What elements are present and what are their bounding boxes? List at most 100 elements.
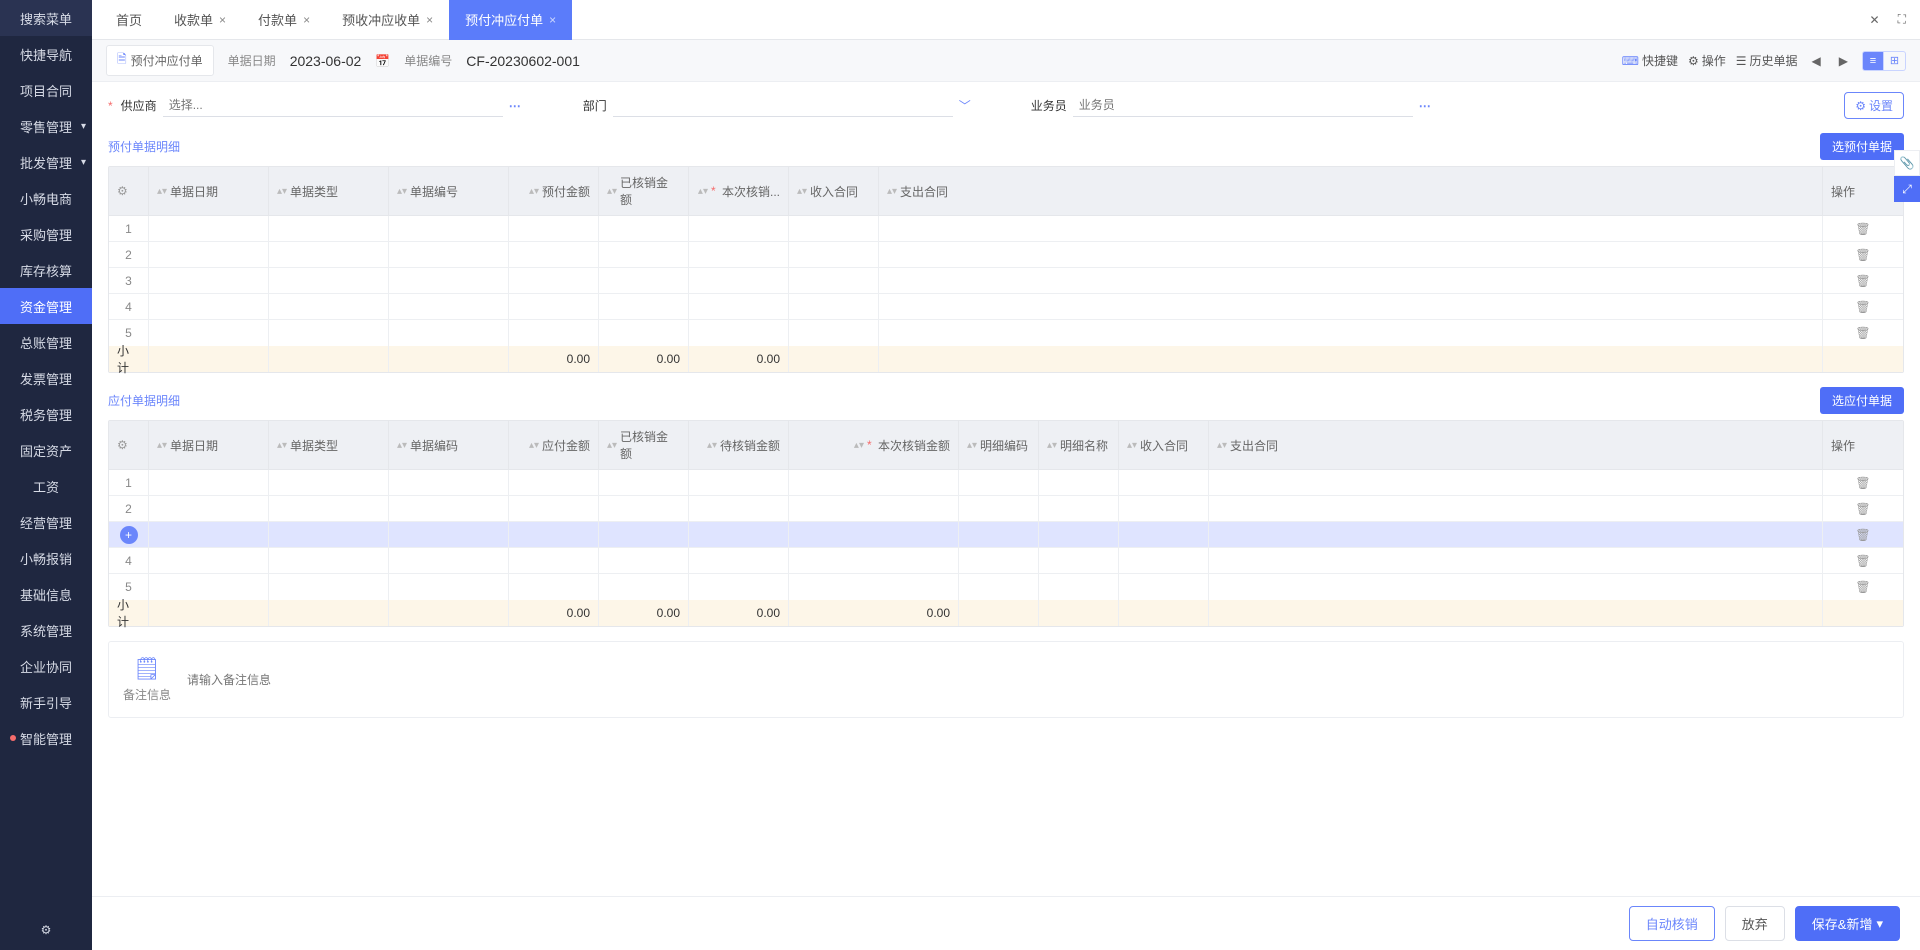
more-icon[interactable]: ⋯ xyxy=(1419,99,1433,113)
sort-icon[interactable]: ▴▾ xyxy=(1127,443,1137,448)
close-tab-button[interactable]: ✕ xyxy=(1866,9,1884,31)
sort-icon[interactable]: ▴▾ xyxy=(157,189,167,194)
sidebar-item-wholesale[interactable]: 批发管理▾ xyxy=(0,144,92,180)
prev-icon[interactable]: ◀ xyxy=(1808,50,1825,72)
sort-icon[interactable]: ▴▾ xyxy=(854,443,864,448)
tab-receipt[interactable]: 收款单× xyxy=(158,0,242,40)
sort-icon[interactable]: ▴▾ xyxy=(967,443,977,448)
col2-type[interactable]: 单据类型 xyxy=(290,437,338,454)
delete-icon[interactable]: 🗑 xyxy=(1855,580,1870,594)
sidebar-item-purchase[interactable]: 采购管理 xyxy=(0,216,92,252)
select-payable-button[interactable]: 选应付单据 xyxy=(1820,387,1904,414)
table-row[interactable]: 1 🗑 xyxy=(109,470,1903,496)
col-prepay[interactable]: 预付金额 xyxy=(542,183,590,200)
sidebar-item-fixedasset[interactable]: 固定资产 xyxy=(0,432,92,468)
remarks-input[interactable] xyxy=(187,656,1889,703)
attachment-button[interactable]: 📎 xyxy=(1894,150,1920,176)
sort-icon[interactable]: ▴▾ xyxy=(607,189,617,194)
col2-written[interactable]: 已核销金额 xyxy=(620,428,680,462)
sort-icon[interactable]: ▴▾ xyxy=(607,443,617,448)
delete-icon[interactable]: 🗑 xyxy=(1855,554,1870,568)
sidebar-item-salary[interactable]: 工资 xyxy=(0,468,92,504)
tab-payment[interactable]: 付款单× xyxy=(242,0,326,40)
col2-pending[interactable]: 待核销金额 xyxy=(720,437,780,454)
shortcut-link[interactable]: ⌨快捷键 xyxy=(1622,52,1678,69)
sort-icon[interactable]: ▴▾ xyxy=(1047,443,1057,448)
table-row[interactable]: 2 🗑 xyxy=(109,496,1903,522)
close-icon[interactable]: × xyxy=(219,13,226,27)
sort-icon[interactable]: ▴▾ xyxy=(277,189,287,194)
col-code[interactable]: 单据编号 xyxy=(410,183,458,200)
tab-prepay-offset[interactable]: 预付冲应付单× xyxy=(449,0,572,40)
auto-writeoff-button[interactable]: 自动核销 xyxy=(1629,906,1715,941)
sort-icon[interactable]: ▴▾ xyxy=(797,189,807,194)
col-income[interactable]: 收入合同 xyxy=(810,183,858,200)
gear-icon[interactable]: ⚙ xyxy=(117,438,128,452)
delete-icon[interactable]: 🗑 xyxy=(1855,502,1870,516)
supplier-input[interactable] xyxy=(163,94,503,117)
sidebar-item-basicinfo[interactable]: 基础信息 xyxy=(0,576,92,612)
sidebar-item-system[interactable]: 系统管理 xyxy=(0,612,92,648)
close-icon[interactable]: × xyxy=(549,13,556,27)
sidebar-item-operation[interactable]: 经营管理 xyxy=(0,504,92,540)
sidebar-settings-button[interactable]: ⚙ xyxy=(0,910,92,950)
col2-income[interactable]: 收入合同 xyxy=(1140,437,1188,454)
calendar-icon[interactable]: 📅 xyxy=(375,54,390,68)
sidebar-item-smart[interactable]: 智能管理 xyxy=(0,720,92,756)
delete-icon[interactable]: 🗑 xyxy=(1855,300,1870,314)
table-row[interactable]: 3 🗑 xyxy=(109,268,1903,294)
col-written[interactable]: 已核销金额 xyxy=(620,174,680,208)
table-add-row[interactable]: + 🗑 xyxy=(109,522,1903,548)
sidebar-item-inventory[interactable]: 库存核算 xyxy=(0,252,92,288)
operation-link[interactable]: ⚙操作 xyxy=(1688,52,1726,69)
table-row[interactable]: 5 🗑 xyxy=(109,574,1903,600)
table-row[interactable]: 5 🗑 xyxy=(109,320,1903,346)
table-row[interactable]: 2 🗑 xyxy=(109,242,1903,268)
table-row[interactable]: 4 🗑 xyxy=(109,294,1903,320)
plus-icon[interactable]: + xyxy=(120,526,138,544)
sort-icon[interactable]: ▴▾ xyxy=(887,189,897,194)
sort-icon[interactable]: ▴▾ xyxy=(397,443,407,448)
sidebar-item-collab[interactable]: 企业协同 xyxy=(0,648,92,684)
discard-button[interactable]: 放弃 xyxy=(1725,906,1785,941)
more-icon[interactable]: ⋯ xyxy=(509,99,523,113)
col2-thiswrite[interactable]: 本次核销金额 xyxy=(878,437,950,454)
sidebar-item-guide[interactable]: 新手引导 xyxy=(0,684,92,720)
col2-expense[interactable]: 支出合同 xyxy=(1230,437,1278,454)
col2-detailcode[interactable]: 明细编码 xyxy=(980,437,1028,454)
sidebar-item-funds[interactable]: 资金管理 xyxy=(0,288,92,324)
sales-input[interactable] xyxy=(1073,94,1413,117)
delete-icon[interactable]: 🗑 xyxy=(1855,222,1870,236)
tab-home[interactable]: 首页 xyxy=(100,0,158,40)
expand-button[interactable]: ⤢ xyxy=(1894,176,1920,202)
delete-icon[interactable]: 🗑 xyxy=(1855,274,1870,288)
col2-date[interactable]: 单据日期 xyxy=(170,437,218,454)
gear-icon[interactable]: ⚙ xyxy=(117,184,128,198)
tab-prereceive-offset[interactable]: 预收冲应收单× xyxy=(326,0,449,40)
col-expense[interactable]: 支出合同 xyxy=(900,183,948,200)
dept-input[interactable] xyxy=(613,94,953,117)
delete-icon[interactable]: 🗑 xyxy=(1855,248,1870,262)
sort-icon[interactable]: ▴▾ xyxy=(277,443,287,448)
sort-icon[interactable]: ▴▾ xyxy=(1217,443,1227,448)
col-type[interactable]: 单据类型 xyxy=(290,183,338,200)
sort-icon[interactable]: ▴▾ xyxy=(698,189,708,194)
table-row[interactable]: 4 🗑 xyxy=(109,548,1903,574)
settings-button[interactable]: ⚙ 设置 xyxy=(1844,92,1904,119)
delete-icon[interactable]: 🗑 xyxy=(1855,326,1870,340)
delete-icon[interactable]: 🗑 xyxy=(1855,476,1870,490)
sort-icon[interactable]: ▴▾ xyxy=(529,189,539,194)
col-date[interactable]: 单据日期 xyxy=(170,183,218,200)
chevron-down-icon[interactable]: ﹀ xyxy=(959,97,971,114)
sidebar-item-invoice[interactable]: 发票管理 xyxy=(0,360,92,396)
fullscreen-icon[interactable]: ⛶ xyxy=(1894,8,1910,31)
close-icon[interactable]: × xyxy=(303,13,310,27)
sidebar-item-search[interactable]: 搜索菜单 xyxy=(0,0,92,36)
sidebar-item-ecommerce[interactable]: 小畅电商 xyxy=(0,180,92,216)
delete-icon[interactable]: 🗑 xyxy=(1855,528,1870,542)
col2-detailname[interactable]: 明细名称 xyxy=(1060,437,1108,454)
sidebar-item-quicknav[interactable]: 快捷导航 xyxy=(0,36,92,72)
view-card-button[interactable]: ⊞ xyxy=(1884,51,1906,71)
date-value[interactable]: 2023-06-02 xyxy=(290,53,362,69)
sort-icon[interactable]: ▴▾ xyxy=(529,443,539,448)
